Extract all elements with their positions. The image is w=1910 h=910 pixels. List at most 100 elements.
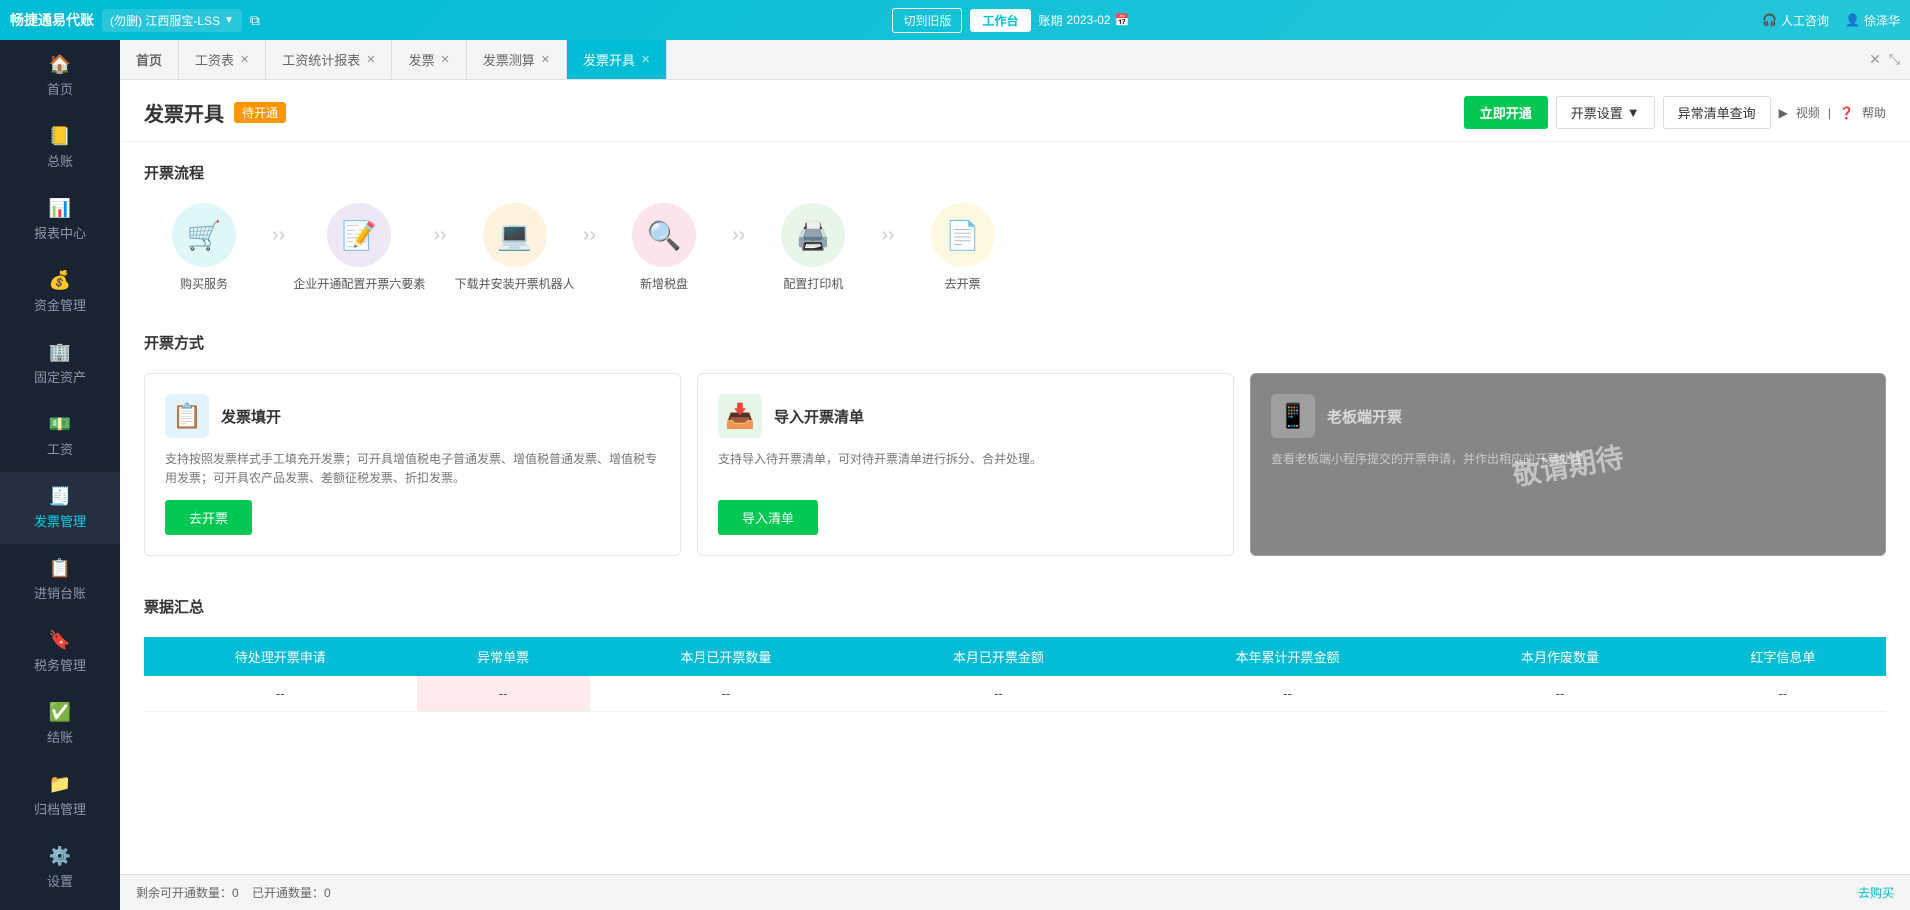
issue-label: 去开票 [945, 275, 981, 292]
methods-section: 开票方式 📋 发票填开 支持按照发票样式手工填充开发票；可开具增值税电子普通发票… [120, 312, 1910, 576]
method-card-header-manual: 📋 发票填开 [165, 394, 660, 438]
sidebar-item-purchase[interactable]: 📋 进销台账 [0, 544, 120, 616]
video-icon[interactable]: ▶ [1779, 106, 1788, 120]
company-selector[interactable]: (勿删) 江西服宝-LSS ▼ [102, 9, 242, 32]
arrow-5: ›› [881, 224, 894, 247]
sidebar-label-close: 结账 [47, 727, 73, 746]
sidebar-item-report[interactable]: 📊 报表中心 [0, 184, 120, 256]
import-action: 导入清单 [718, 500, 1213, 535]
help-icon[interactable]: ❓ [1839, 106, 1854, 120]
col-month-count: 本月已开票数量 [590, 637, 863, 676]
calendar-icon[interactable]: 📅 [1115, 13, 1130, 27]
sidebar-item-guide[interactable]: 🎯 新手引导 [0, 904, 120, 910]
tab-home[interactable]: 首页 [120, 40, 179, 79]
sidebar-item-archive[interactable]: 📁 归档管理 [0, 760, 120, 832]
summary-section-title: 票据汇总 [144, 596, 1886, 617]
col-abnormal: 异常单票 [417, 637, 590, 676]
process-step-config: 📝 企业开通配置开票六要素 [293, 203, 425, 292]
summary-table: 待处理开票申请 异常单票 本月已开票数量 本月已开票金额 本年累计开票金额 本月… [144, 637, 1886, 712]
sidebar-item-invoice[interactable]: 🧾 发票管理 [0, 472, 120, 544]
activate-button[interactable]: 立即开通 [1464, 96, 1548, 129]
cell-pending: -- [144, 676, 417, 712]
video-label: 视频 [1796, 104, 1820, 121]
arrow-4: ›› [732, 224, 745, 247]
home-icon: 🏠 [49, 54, 71, 75]
settings-label: 开票设置 [1571, 103, 1623, 122]
close-icon[interactable]: ✕ [240, 53, 249, 66]
sidebar-label-assets: 固定资产 [34, 367, 86, 386]
page-header: 发票开具 待开通 立即开通 开票设置 ▼ 异常清单查询 ▶ 视频 | ❓ [120, 80, 1910, 142]
old-version-button[interactable]: 切到旧版 [892, 8, 962, 33]
tab-salary-table[interactable]: 工资表 ✕ [179, 40, 266, 79]
sidebar-item-settings[interactable]: ⚙️ 设置 [0, 832, 120, 904]
sidebar-item-salary[interactable]: 💵 工资 [0, 400, 120, 472]
assets-icon: 🏢 [49, 342, 71, 363]
import-list-button[interactable]: 导入清单 [718, 500, 818, 535]
settings-icon: ⚙️ [49, 846, 71, 867]
process-step-download: 💻 下载并安装开票机器人 [455, 203, 575, 292]
cell-abnormal: -- [417, 676, 590, 712]
import-icon-box: 📥 [718, 394, 762, 438]
close-icon[interactable]: ✕ [641, 53, 650, 66]
sidebar-item-close[interactable]: ✅ 结账 [0, 688, 120, 760]
tab-invoice[interactable]: 发票 ✕ [392, 40, 466, 79]
tab-label-home: 首页 [136, 50, 162, 69]
sidebar-item-finance[interactable]: 💰 资金管理 [0, 256, 120, 328]
process-section-title: 开票流程 [144, 162, 1886, 183]
status-badge: 待开通 [234, 102, 286, 123]
top-bar-middle: 切到旧版 工作台 账期 2023-02 📅 [892, 8, 1129, 33]
settings-button[interactable]: 开票设置 ▼ [1556, 96, 1655, 129]
cell-red-note: -- [1680, 676, 1886, 712]
close-all-icon[interactable]: ✕ [1869, 51, 1881, 68]
support-link[interactable]: 🎧 人工咨询 [1762, 12, 1829, 29]
table-row: -- -- -- -- -- -- -- [144, 676, 1886, 712]
manual-desc: 支持按照发票样式手工填充开发票；可开具增值税电子普通发票、增值税普通发票、增值税… [165, 450, 660, 488]
tab-salary-stats[interactable]: 工资统计报表 ✕ [266, 40, 392, 79]
sidebar-label-finance: 资金管理 [34, 295, 86, 314]
company-label: (勿删) 江西服宝-LSS [110, 12, 220, 29]
tab-invoice-calc[interactable]: 发票测算 ✕ [467, 40, 567, 79]
col-month-amount: 本月已开票金额 [862, 637, 1135, 676]
restore-icon[interactable]: ⤡ [1889, 51, 1900, 68]
buy-icon: 🛒 [172, 203, 236, 267]
page-title: 发票开具 [144, 98, 224, 127]
method-card-header-import: 📥 导入开票清单 [718, 394, 1213, 438]
taxdisk-label: 新增税盘 [640, 275, 688, 292]
sidebar-label-home: 首页 [47, 79, 73, 98]
sidebar-label-archive: 归档管理 [34, 799, 86, 818]
close-books-icon: ✅ [49, 702, 71, 723]
manual-action: 去开票 [165, 500, 660, 535]
sidebar-item-assets[interactable]: 🏢 固定资产 [0, 328, 120, 400]
process-step-taxdisk: 🔍 新增税盘 [604, 203, 724, 292]
tab-invoice-issue[interactable]: 发票开具 ✕ [567, 40, 667, 79]
help-area: ▶ 视频 | ❓ 帮助 [1779, 104, 1886, 121]
period-value: 2023-02 [1067, 13, 1111, 27]
sidebar-label-ledger: 总账 [47, 151, 73, 170]
close-icon[interactable]: ✕ [541, 53, 550, 66]
process-step-issue: 📄 去开票 [903, 203, 1023, 292]
close-icon[interactable]: ✕ [441, 53, 450, 66]
main-layout: 🏠 首页 📒 总账 📊 报表中心 💰 资金管理 🏢 固定资产 💵 工资 🧾 发票… [0, 40, 1910, 910]
period-label: 账期 [1039, 12, 1063, 29]
sidebar-item-tax[interactable]: 🔖 税务管理 [0, 616, 120, 688]
top-bar: 畅捷通易代账 (勿删) 江西服宝-LSS ▼ ⧉ 切到旧版 工作台 账期 202… [0, 0, 1910, 40]
sidebar-item-home[interactable]: 🏠 首页 [0, 40, 120, 112]
buy-link[interactable]: 去购买 [1858, 884, 1894, 901]
abnormal-query-button[interactable]: 异常清单查询 [1663, 96, 1771, 129]
coming-soon-text: 敬请期待 [1509, 435, 1626, 494]
method-card-boss: 📱 老板端开票 查看老板端小程序提交的开票申请，并作出相应的开票处理。 敬请期待 [1250, 373, 1886, 556]
workspace-button[interactable]: 工作台 [970, 9, 1030, 32]
tab-label-invoice-issue: 发票开具 [583, 50, 635, 69]
user-profile[interactable]: 👤 徐泽华 [1845, 12, 1900, 29]
import-icon: 📥 [725, 402, 755, 431]
download-label: 下载并安装开票机器人 [455, 275, 575, 292]
arrow-2: ›› [433, 224, 446, 247]
close-icon[interactable]: ✕ [366, 53, 375, 66]
summary-section: 票据汇总 待处理开票申请 异常单票 本月已开票数量 本月已开票金额 本年累计开票… [120, 576, 1910, 732]
copy-icon[interactable]: ⧉ [250, 12, 260, 29]
go-issue-button[interactable]: 去开票 [165, 500, 252, 535]
sidebar-item-ledger[interactable]: 📒 总账 [0, 112, 120, 184]
taxdisk-icon: 🔍 [632, 203, 696, 267]
cell-month-count: -- [590, 676, 863, 712]
period-info: 账期 2023-02 📅 [1039, 12, 1130, 29]
